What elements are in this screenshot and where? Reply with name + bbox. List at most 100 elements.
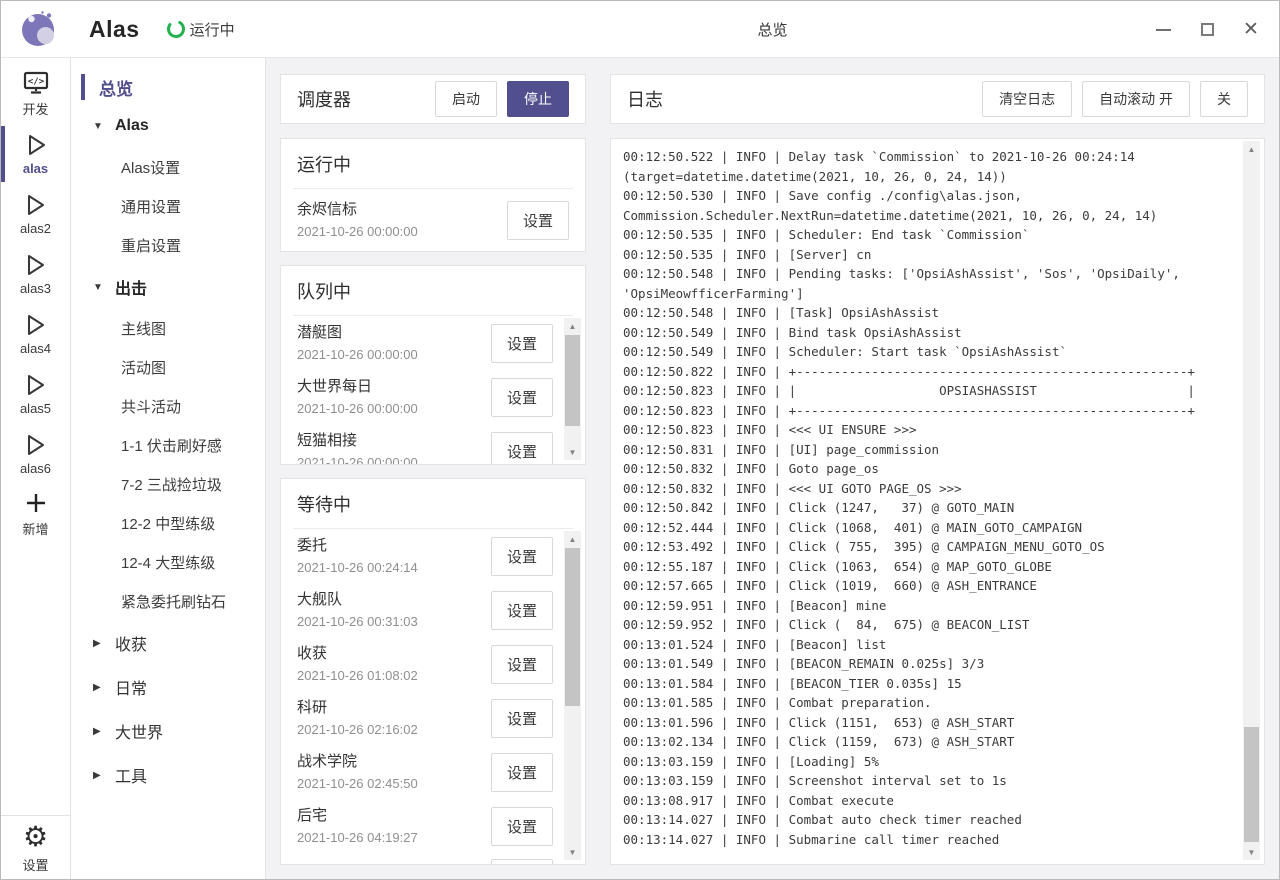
stop-button[interactable]: 停止: [507, 81, 569, 117]
scrollbar[interactable]: ▲ ▼: [564, 531, 581, 860]
task-row: 委托 2021-10-26 00:24:14 设置: [281, 529, 585, 583]
task-time: 2021-10-26 02:16:02: [297, 721, 491, 739]
nav-item[interactable]: 活动图: [71, 348, 265, 387]
scrollbar-thumb[interactable]: [1244, 727, 1259, 842]
sidebar-item-label: alas4: [20, 341, 51, 356]
nav-item[interactable]: 通用设置: [71, 187, 265, 226]
nav-item[interactable]: 重启设置: [71, 226, 265, 265]
sidebar-item-instance[interactable]: alas3: [20, 244, 51, 304]
log-line: 00:13:03.159 | INFO | [Loading] 5%: [623, 752, 1234, 772]
scroll-up-icon[interactable]: ▲: [564, 531, 581, 547]
sidebar-item-instance[interactable]: alas2: [20, 184, 51, 244]
nav-item[interactable]: 共斗活动: [71, 387, 265, 426]
status-label: 运行中: [190, 19, 235, 40]
nav-group-label: 日常: [115, 675, 147, 699]
sidebar-item-instance[interactable]: alas5: [20, 364, 51, 424]
window-controls: ✕: [1141, 1, 1273, 58]
task-name: 大世界每日: [297, 376, 491, 397]
task-settings-button[interactable]: 设置: [491, 432, 553, 465]
sidebar-item-label: 设置: [22, 855, 48, 874]
sidebar-item-label: alas6: [20, 461, 51, 476]
waiting-rows: 委托 2021-10-26 00:24:14 设置 大舰队 2021-10-26…: [281, 529, 585, 864]
nav-item[interactable]: 紧急委托刷钻石: [71, 582, 265, 621]
nav-group-collapsed[interactable]: ▶ 工具: [71, 753, 265, 797]
running-spinner-icon: [166, 19, 186, 39]
task-settings-button[interactable]: 设置: [491, 859, 553, 864]
minimize-button[interactable]: [1141, 1, 1185, 58]
scrollbar[interactable]: ▲ ▼: [1243, 141, 1260, 860]
sidebar-item-instance[interactable]: alas4: [20, 304, 51, 364]
task-settings-button[interactable]: 设置: [491, 699, 553, 738]
scroll-up-icon[interactable]: ▲: [1243, 141, 1260, 157]
nav-item-label: 总览: [99, 75, 133, 100]
log-line: 00:12:57.665 | INFO | Click (1019, 660) …: [623, 576, 1234, 596]
nav-group-collapsed[interactable]: ▶ 日常: [71, 665, 265, 709]
task-time: 2021-10-26 00:00:00: [297, 223, 507, 241]
chevron-down-icon: ▼: [93, 121, 105, 132]
task-settings-button[interactable]: 设置: [491, 807, 553, 846]
nav-item[interactable]: 主线图: [71, 309, 265, 348]
nav-item[interactable]: 12-2 中型练级: [71, 504, 265, 543]
sidebar-item-alas[interactable]: alas: [1, 124, 70, 184]
nav-item[interactable]: 12-4 大型练级: [71, 543, 265, 582]
task-settings-button[interactable]: 设置: [491, 591, 553, 630]
sidebar-item-dev[interactable]: </> 开发: [1, 64, 70, 124]
nav-item-overview[interactable]: 总览: [71, 70, 265, 104]
log-line: 00:12:50.530 | INFO | Save config ./conf…: [623, 186, 1234, 225]
task-row: 商店购买 设置: [281, 853, 585, 864]
close-button[interactable]: ✕: [1229, 1, 1273, 58]
nav-group-alas[interactable]: ▼ Alas: [71, 104, 265, 148]
task-row: 后宅 2021-10-26 04:19:27 设置: [281, 799, 585, 853]
sidebar-item-settings[interactable]: ⚙ 设置: [1, 815, 70, 879]
nav-menu: 总览 ▼ Alas Alas设置 通用设置 重启设置 ▼ 出击: [71, 58, 266, 879]
log-line: 00:12:50.522 | INFO | Delay task `Commis…: [623, 147, 1234, 186]
task-name: 战术学院: [297, 751, 491, 772]
log-line: 00:12:50.549 | INFO | Bind task OpsiAshA…: [623, 323, 1234, 343]
scrollbar-thumb[interactable]: [565, 335, 580, 426]
task-settings-button[interactable]: 设置: [491, 645, 553, 684]
sidebar-item-label: alas: [23, 161, 48, 176]
scroll-up-icon[interactable]: ▲: [564, 318, 581, 334]
log-lines: 00:12:50.522 | INFO | Delay task `Commis…: [623, 147, 1234, 849]
running-section: 运行中 余烬信标 2021-10-26 00:00:00 设置: [280, 138, 586, 252]
autoscroll-on-button[interactable]: 自动滚动 开: [1082, 81, 1190, 117]
nav-item[interactable]: Alas设置: [71, 148, 265, 187]
clear-log-button[interactable]: 清空日志: [982, 81, 1072, 117]
maximize-button[interactable]: [1185, 1, 1229, 58]
sidebar-item-add[interactable]: 新增: [1, 484, 70, 544]
start-button[interactable]: 启动: [435, 81, 497, 117]
scrollbar[interactable]: ▲ ▼: [564, 318, 581, 460]
task-settings-button[interactable]: 设置: [491, 324, 553, 363]
scrollbar-thumb[interactable]: [565, 548, 580, 706]
log-line: 00:13:14.027 | INFO | Submarine call tim…: [623, 830, 1234, 850]
pending-list: 潜艇图 2021-10-26 00:00:00 设置 大世界每日 2021-10…: [281, 316, 585, 464]
nav-group-collapsed[interactable]: ▶ 收获: [71, 621, 265, 665]
scheduler-title: 调度器: [297, 86, 425, 112]
play-icon: [22, 432, 48, 458]
task-info: 潜艇图 2021-10-26 00:00:00: [297, 322, 491, 364]
main-area: </> 开发 alas alas2: [1, 58, 1279, 879]
autoscroll-off-button[interactable]: 关: [1200, 81, 1248, 117]
nav-group-label: 收获: [115, 631, 147, 655]
task-settings-button[interactable]: 设置: [507, 201, 569, 240]
pending-title: 队列中: [293, 276, 573, 316]
nav-group-alas-children: Alas设置 通用设置 重启设置: [71, 148, 265, 265]
chevron-right-icon: ▶: [93, 726, 105, 737]
scroll-down-icon[interactable]: ▼: [1243, 844, 1260, 860]
nav-group-collapsed[interactable]: ▶ 大世界: [71, 709, 265, 753]
scroll-down-icon[interactable]: ▼: [564, 444, 581, 460]
nav-item[interactable]: 1-1 伏击刷好感: [71, 426, 265, 465]
scheduler-panel: 调度器 启动 停止 运行中 余烬信标 2021-10-26 00:00:00 设…: [266, 58, 598, 879]
scroll-down-icon[interactable]: ▼: [564, 844, 581, 860]
task-settings-button[interactable]: 设置: [491, 537, 553, 576]
task-settings-button[interactable]: 设置: [491, 378, 553, 417]
log-line: 00:13:01.584 | INFO | [BEACON_TIER 0.035…: [623, 674, 1234, 694]
nav-group-combat[interactable]: ▼ 出击: [71, 265, 265, 309]
app-name: Alas: [89, 16, 140, 43]
nav-item[interactable]: 7-2 三战捡垃圾: [71, 465, 265, 504]
log-line: 00:12:59.952 | INFO | Click ( 84, 675) @…: [623, 615, 1234, 635]
task-settings-button[interactable]: 设置: [491, 753, 553, 792]
sidebar-item-instance[interactable]: alas6: [20, 424, 51, 484]
log-title: 日志: [627, 86, 972, 112]
log-line: 00:12:50.831 | INFO | [UI] page_commissi…: [623, 440, 1234, 460]
